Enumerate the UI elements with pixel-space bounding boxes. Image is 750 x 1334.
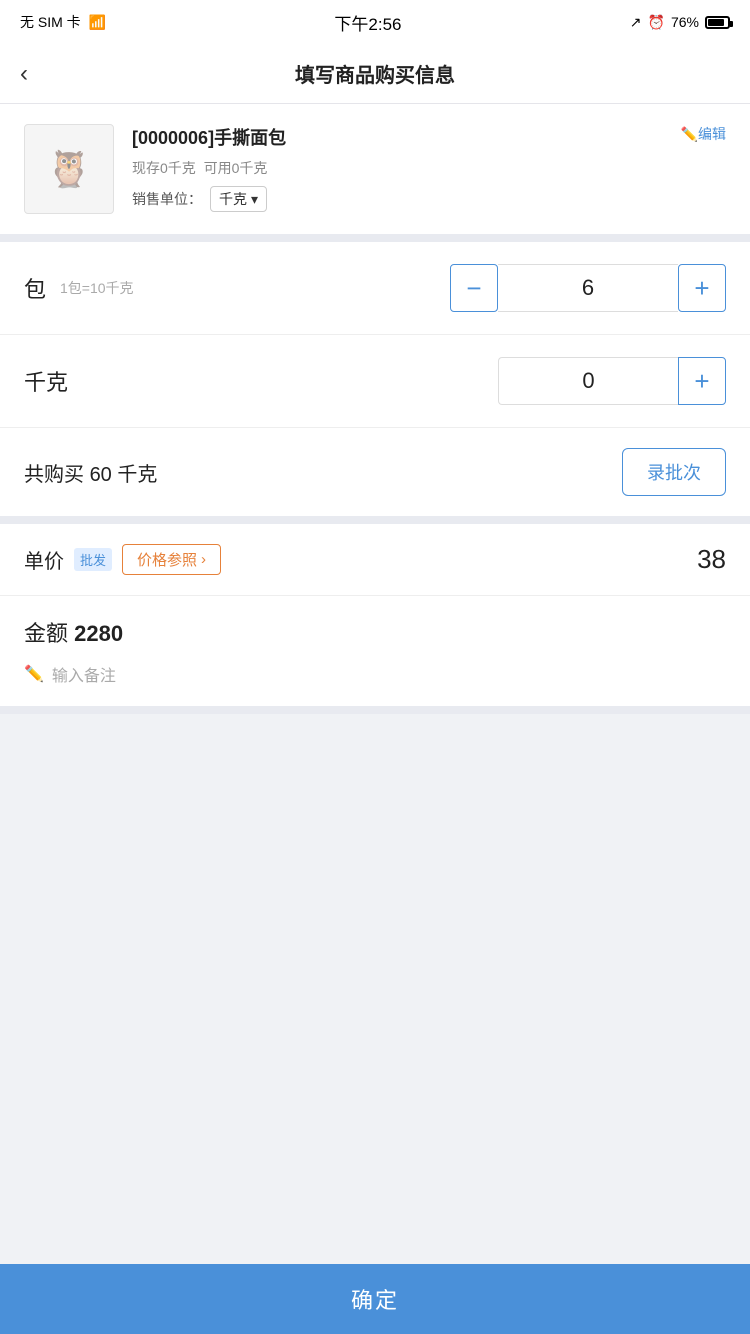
price-ref-button[interactable]: 价格参照 › <box>122 544 221 575</box>
page-title: 填写商品购买信息 <box>295 59 455 88</box>
pencil-icon: ✏️ <box>24 664 44 684</box>
status-bar: 无 SIM 卡 📶 下午2:56 ↗ ⏰ 76% <box>0 0 750 44</box>
price-label: 单价 <box>24 545 64 574</box>
product-thumbnail: 🦉 <box>24 124 114 214</box>
qty-input-kg[interactable] <box>498 357 678 405</box>
quantity-row-kg: 千克 + <box>0 335 750 428</box>
qty-controls-bag: − + <box>450 264 726 312</box>
battery-percent: 76% <box>671 14 699 30</box>
qty-label-bag: 包 1包=10千克 <box>24 272 134 304</box>
increment-kg-button[interactable]: + <box>678 357 726 405</box>
price-left: 单价 批发 价格参照 › <box>24 544 221 575</box>
price-value: 38 <box>697 544 726 575</box>
location-icon: ↗ <box>630 14 642 31</box>
unit-label: 销售单位： <box>132 189 202 209</box>
chevron-right-icon: › <box>201 551 206 568</box>
record-batch-button[interactable]: 录批次 <box>622 448 726 496</box>
amount-section: 金额 2280 ✏️ 输入备注 <box>0 596 750 714</box>
quantity-section: 包 1包=10千克 − + 千克 + <box>0 242 750 428</box>
confirm-button[interactable]: 确定 <box>0 1264 750 1334</box>
qty-label-kg: 千克 <box>24 365 68 397</box>
remark-placeholder: 输入备注 <box>52 662 116 686</box>
product-stock: 现存0千克 可用0千克 <box>132 158 726 178</box>
qty-controls-kg: + <box>498 357 726 405</box>
carrier-label: 无 SIM 卡 <box>20 12 81 32</box>
amount-value: 2280 <box>74 621 123 646</box>
increment-bag-button[interactable]: + <box>678 264 726 312</box>
dropdown-icon: ▾ <box>251 191 258 208</box>
status-time: 下午2:56 <box>334 10 401 35</box>
back-button[interactable]: ‹ <box>20 60 28 88</box>
empty-area <box>0 714 750 1054</box>
product-section: 🦉 [0000006]手撕面包 ✏️编辑 现存0千克 可用0千克 销售单位： 千… <box>0 104 750 242</box>
unit-select[interactable]: 千克 ▾ <box>210 186 267 212</box>
decrement-bag-button[interactable]: − <box>450 264 498 312</box>
total-section: 共购买 60 千克 录批次 <box>0 428 750 524</box>
product-info: [0000006]手撕面包 ✏️编辑 现存0千克 可用0千克 销售单位： 千克 … <box>132 124 726 212</box>
status-right: ↗ ⏰ 76% <box>630 14 730 31</box>
wifi-icon: 📶 <box>89 14 106 31</box>
price-section: 单价 批发 价格参照 › 38 <box>0 524 750 596</box>
amount-text: 金额 2280 <box>24 616 726 648</box>
total-text: 共购买 60 千克 <box>24 458 157 487</box>
qty-hint-bag: 1包=10千克 <box>60 278 134 298</box>
quantity-row-bag: 包 1包=10千克 − + <box>0 242 750 335</box>
product-name: [0000006]手撕面包 <box>132 124 286 150</box>
battery-icon <box>705 16 730 29</box>
nav-bar: ‹ 填写商品购买信息 <box>0 44 750 104</box>
status-left: 无 SIM 卡 📶 <box>20 12 106 32</box>
qty-input-bag[interactable] <box>498 264 678 312</box>
product-unit-row: 销售单位： 千克 ▾ <box>132 186 726 212</box>
alarm-icon: ⏰ <box>648 14 665 31</box>
edit-button[interactable]: ✏️编辑 <box>681 124 726 144</box>
remark-row[interactable]: ✏️ 输入备注 <box>24 662 726 686</box>
owl-icon: 🦉 <box>47 148 92 190</box>
price-badge: 批发 <box>74 548 112 571</box>
